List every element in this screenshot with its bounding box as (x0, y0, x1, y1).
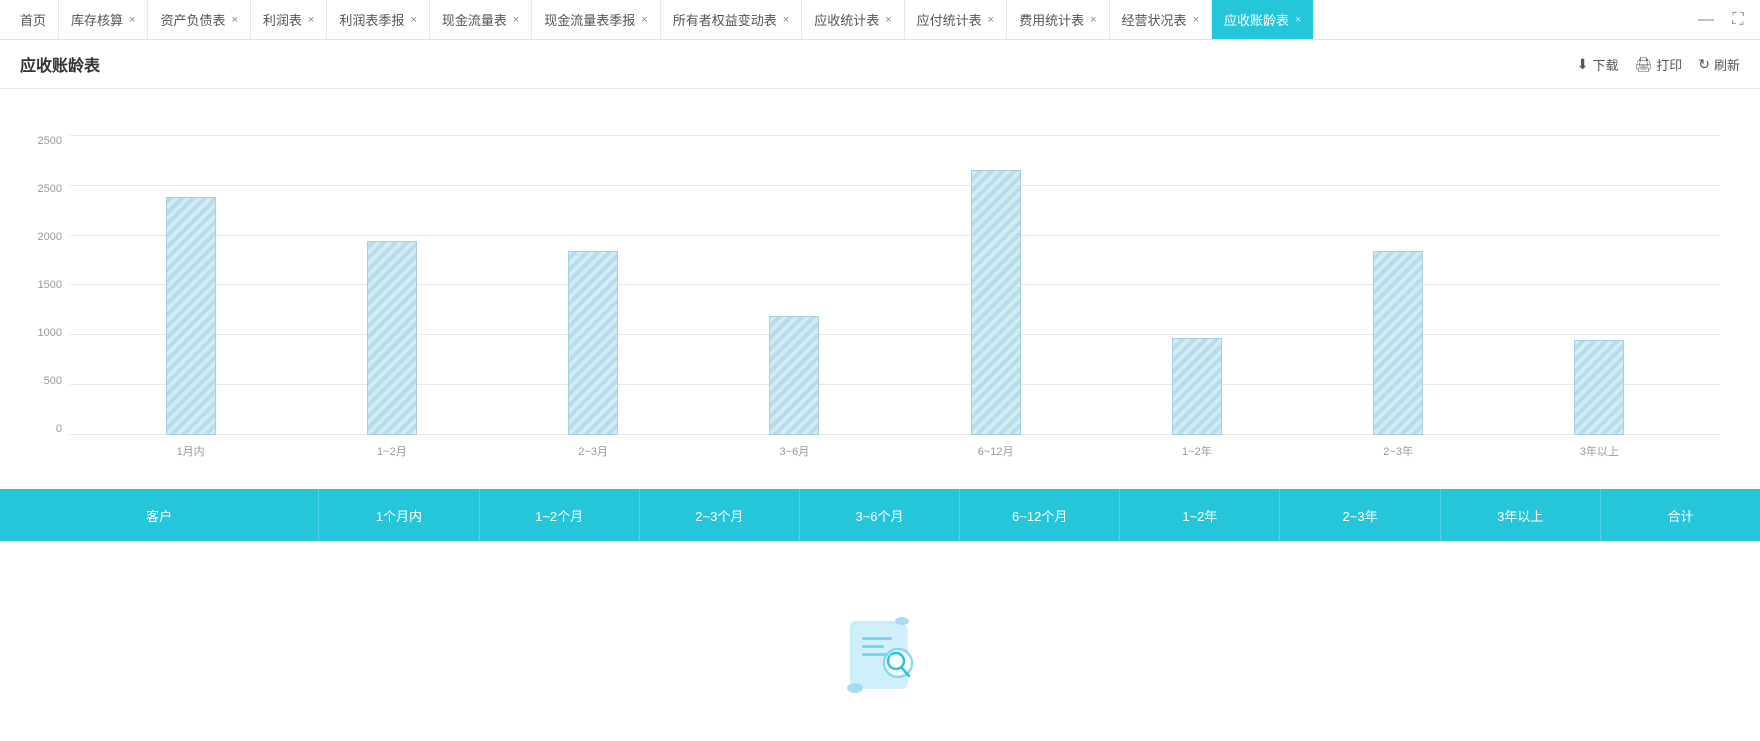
bar (1172, 338, 1222, 435)
bar-group (568, 251, 618, 435)
x-label: 3年以上 (1564, 443, 1634, 459)
table-header-cell: 客户 (0, 489, 319, 541)
bar (1574, 340, 1624, 435)
page-header: 应收账龄表 ⬇ 下载 🖨 打印 ↻ 刷新 (0, 40, 1760, 89)
x-labels: 1月内 1~2月 2~3月 3~6月 6~12月 1~2年 2~3年 3年以上 (70, 439, 1720, 459)
bar (1373, 251, 1423, 435)
page-title: 应收账龄表 (20, 52, 100, 76)
download-button[interactable]: ⬇ 下载 (1577, 55, 1619, 74)
tab-balance-sheet[interactable]: 资产负债表 × (148, 0, 250, 40)
y-label-2500b: 2500 (38, 183, 62, 195)
close-icon[interactable]: × (513, 14, 519, 26)
y-label-2500a: 2500 (38, 135, 62, 147)
close-icon[interactable]: × (231, 14, 237, 26)
tab-home[interactable]: 首页 (8, 0, 59, 40)
close-icon[interactable]: × (988, 14, 994, 26)
close-icon[interactable]: × (410, 14, 416, 26)
bar (166, 197, 216, 435)
tab-equity[interactable]: 所有者权益变动表 × (661, 0, 802, 40)
tab-cashflow-quarterly[interactable]: 现金流量表季报 × (532, 0, 660, 40)
x-label: 3~6月 (759, 443, 829, 459)
y-label-500: 500 (44, 375, 62, 387)
tab-business-status[interactable]: 经营状况表 × (1110, 0, 1212, 40)
main-content: 2500 2500 2000 1500 1000 500 0 (0, 89, 1760, 741)
y-axis: 2500 2500 2000 1500 1000 500 0 (20, 135, 70, 435)
y-label-1500: 1500 (38, 279, 62, 291)
tab-ar-stats[interactable]: 应收统计表 × (802, 0, 904, 40)
close-icon[interactable]: × (1090, 14, 1096, 26)
table-header-cell: 1~2个月 (480, 489, 640, 541)
bar-group (1373, 251, 1423, 435)
bar-group (1574, 340, 1624, 435)
tab-inventory[interactable]: 库存核算 × (59, 0, 148, 40)
minimize-button[interactable]: — (1692, 6, 1720, 34)
table-header-cell: 6~12个月 (960, 489, 1120, 541)
y-label-0: 0 (56, 423, 62, 435)
tab-bar-actions: — ⛶ (1692, 6, 1752, 34)
x-label: 6~12月 (961, 443, 1031, 459)
x-label: 1~2年 (1162, 443, 1232, 459)
x-label: 2~3月 (558, 443, 628, 459)
empty-state (0, 541, 1760, 741)
tab-cashflow[interactable]: 现金流量表 × (430, 0, 532, 40)
close-icon[interactable]: × (1295, 14, 1301, 26)
refresh-button[interactable]: ↻ 刷新 (1698, 55, 1740, 74)
close-icon[interactable]: × (641, 14, 647, 26)
table-header-cell: 2~3个月 (640, 489, 800, 541)
bar (367, 241, 417, 435)
x-label: 1月内 (156, 443, 226, 459)
table-header-cell: 3~6个月 (800, 489, 960, 541)
table-header-cell: 2~3年 (1280, 489, 1440, 541)
table-header-cell: 合计 (1601, 489, 1760, 541)
tab-ap-stats[interactable]: 应付统计表 × (905, 0, 1007, 40)
x-label: 2~3年 (1363, 443, 1433, 459)
tab-ar-aging[interactable]: 应收账龄表 × (1212, 0, 1314, 40)
chart-body: 1月内 1~2月 2~3月 3~6月 6~12月 1~2年 2~3年 3年以上 (70, 135, 1720, 459)
table-header-cell: 3年以上 (1441, 489, 1601, 541)
close-icon[interactable]: × (1193, 14, 1199, 26)
table-header-cell: 1~2年 (1120, 489, 1280, 541)
y-label-2000: 2000 (38, 231, 62, 243)
bar (971, 170, 1021, 435)
table-header: 客户1个月内1~2个月2~3个月3~6个月6~12个月1~2年2~3年3年以上合… (0, 489, 1760, 541)
y-label-1000: 1000 (38, 327, 62, 339)
bar-group (367, 241, 417, 435)
header-actions: ⬇ 下载 🖨 打印 ↻ 刷新 (1577, 55, 1740, 74)
tab-bar: 首页 库存核算 × 资产负债表 × 利润表 × 利润表季报 × 现金流量表 × … (0, 0, 1760, 40)
close-icon[interactable]: × (783, 14, 789, 26)
close-icon[interactable]: × (885, 14, 891, 26)
bar-group (166, 197, 216, 435)
chart-container: 2500 2500 2000 1500 1000 500 0 (20, 109, 1720, 459)
bar-group (1172, 338, 1222, 435)
table-header-cell: 1个月内 (319, 489, 479, 541)
tab-income[interactable]: 利润表 × (251, 0, 327, 40)
empty-illustration (830, 601, 930, 701)
refresh-icon: ↻ (1698, 56, 1710, 73)
close-icon[interactable]: × (308, 14, 314, 26)
close-icon[interactable]: × (129, 14, 135, 26)
tab-income-quarterly[interactable]: 利润表季报 × (327, 0, 429, 40)
print-icon: 🖨 (1634, 56, 1652, 73)
tab-expense-stats[interactable]: 费用统计表 × (1007, 0, 1109, 40)
bar-group (971, 170, 1021, 435)
bar-group (769, 316, 819, 435)
maximize-button[interactable]: ⛶ (1724, 6, 1752, 34)
bars-row (70, 135, 1720, 435)
x-label: 1~2月 (357, 443, 427, 459)
chart-area: 2500 2500 2000 1500 1000 500 0 (0, 89, 1760, 489)
download-icon: ⬇ (1577, 56, 1589, 73)
bar (769, 316, 819, 435)
print-button[interactable]: 🖨 打印 (1634, 55, 1682, 74)
bar (568, 251, 618, 435)
